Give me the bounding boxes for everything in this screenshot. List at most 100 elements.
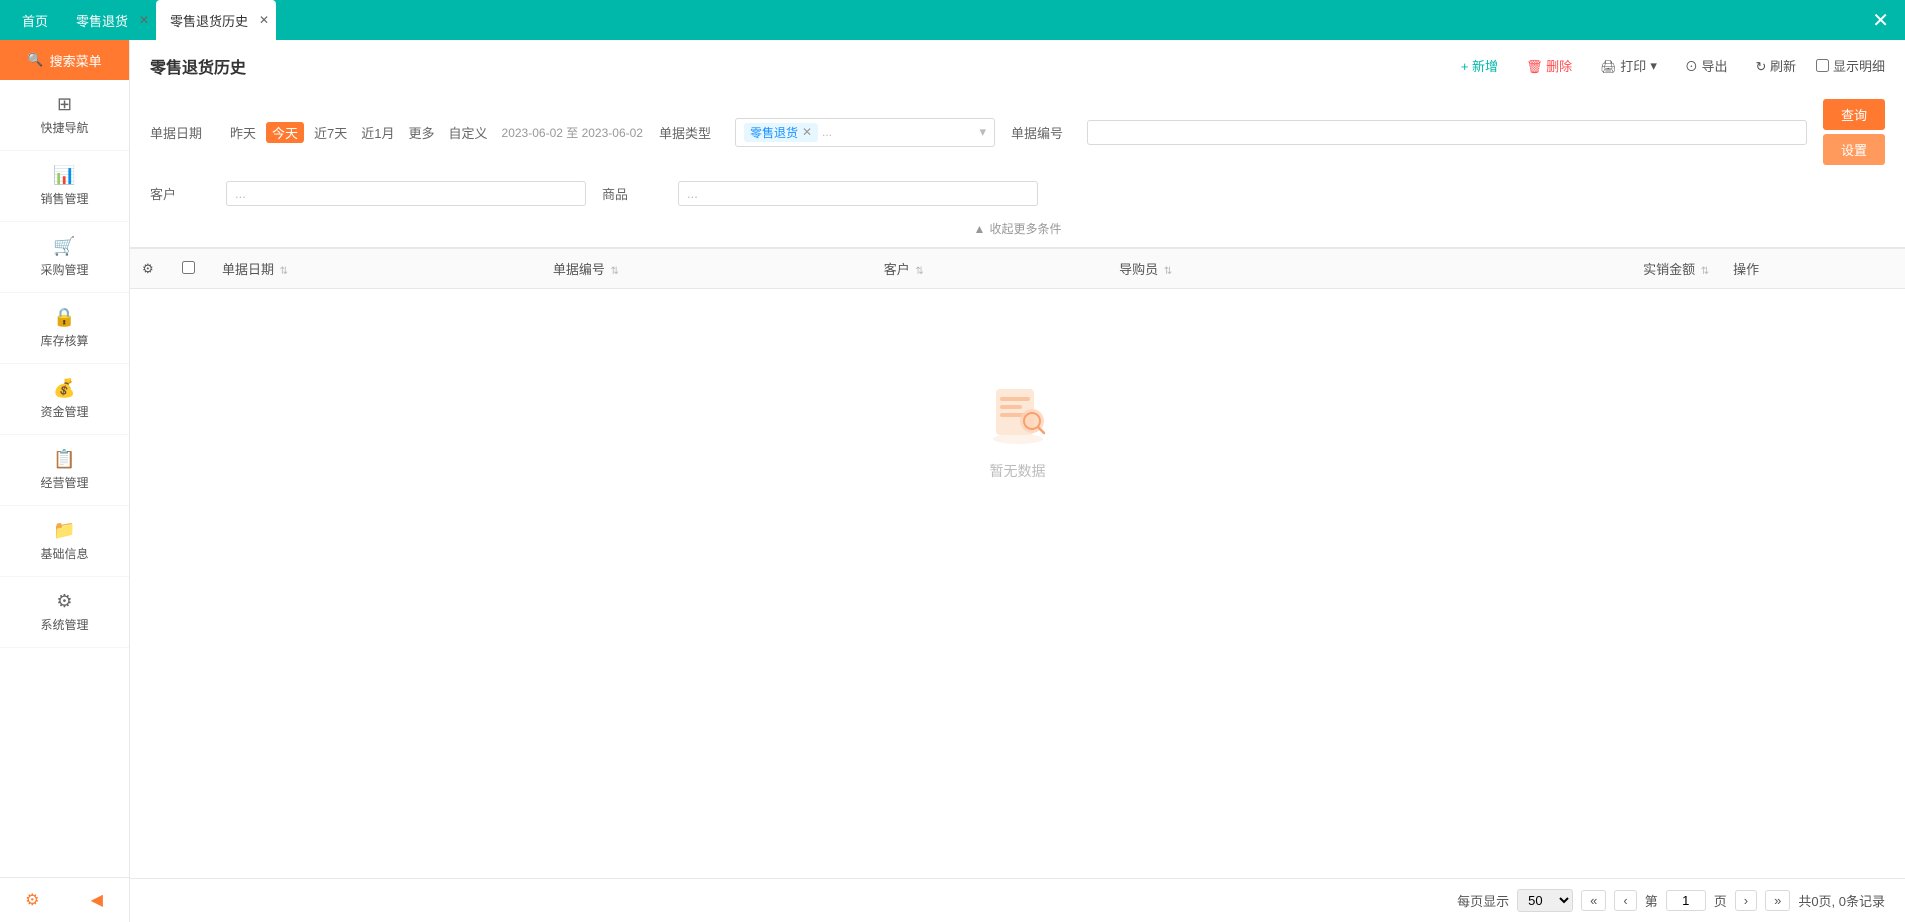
goods-input[interactable]: ...: [678, 181, 1038, 206]
print-button[interactable]: 🖨 打印 ▾: [1592, 52, 1665, 79]
collapse-button[interactable]: ▲ 收起更多条件: [974, 220, 1062, 237]
col-customer[interactable]: 客户 ⇅: [872, 249, 1107, 289]
tab-retail-return-history-label: 零售退货历史: [170, 11, 248, 30]
operations-icon: 📋: [53, 449, 75, 470]
sidebar: 🔍 搜索菜单 ⊞ 快捷导航 📊 销售管理 🛒 采购管理 🔒 库存核算 💰 资金管…: [0, 40, 130, 922]
bill-type-tag: 零售退货 ✕: [744, 123, 818, 142]
sidebar-item-operations[interactable]: 📋 经营管理: [0, 435, 129, 506]
sidebar-item-inventory-label: 库存核算: [40, 332, 88, 349]
customer-input[interactable]: ...: [226, 181, 586, 206]
sidebar-item-finance-label: 资金管理: [40, 403, 88, 420]
col-guide[interactable]: 导购员 ⇅: [1107, 249, 1390, 289]
next-page-button[interactable]: ›: [1735, 890, 1757, 911]
sidebar-item-finance[interactable]: 💰 资金管理: [0, 364, 129, 435]
sidebar-item-sales-mgmt-label: 销售管理: [40, 190, 88, 207]
prev-page-button[interactable]: ‹: [1614, 890, 1636, 911]
col-settings-icon[interactable]: ⚙: [142, 261, 154, 276]
col-guide-label: 导购员: [1119, 262, 1158, 277]
bill-type-select[interactable]: 零售退货 ✕ ... ▾: [735, 118, 995, 147]
tab-retail-return-history[interactable]: 零售退货历史 ✕: [156, 0, 276, 40]
refresh-button[interactable]: ↻ 刷新: [1747, 52, 1804, 79]
shortcut-yesterday[interactable]: 昨天: [226, 122, 260, 143]
col-bill-no[interactable]: 单据编号 ⇅: [541, 249, 872, 289]
tab-retail-return-label: 零售退货: [76, 11, 128, 30]
page-header: 零售退货历史 + 新增 🗑 删除 🖨 打印 ▾ ⊙ 导出: [130, 40, 1905, 248]
empty-text: 暂无数据: [990, 461, 1046, 481]
filter-row-2: 客户 ... 商品 ...: [150, 173, 1885, 214]
select-all-checkbox[interactable]: [182, 261, 195, 274]
sidebar-item-inventory[interactable]: 🔒 库存核算: [0, 293, 129, 364]
sidebar-settings-icon: ⚙: [25, 890, 39, 910]
shortcut-1month[interactable]: 近1月: [357, 122, 398, 143]
query-button[interactable]: 查询: [1823, 99, 1885, 130]
delete-button[interactable]: 🗑 删除: [1518, 52, 1580, 79]
shortcut-7days[interactable]: 近7天: [310, 122, 351, 143]
col-customer-label: 客户: [884, 262, 910, 277]
print-button-label: 🖨 打印: [1600, 56, 1646, 75]
bill-type-placeholder: ...: [822, 125, 832, 139]
sidebar-search[interactable]: 🔍 搜索菜单: [0, 40, 129, 80]
col-amount-label: 实销金额: [1643, 262, 1695, 277]
print-dropdown-icon[interactable]: ▾: [1650, 58, 1657, 74]
data-table: ⚙ 单据日期 ⇅ 单据编号 ⇅: [130, 248, 1905, 289]
date-filter-label: 单据日期: [150, 123, 210, 142]
sidebar-item-system-mgmt[interactable]: ⚙ 系统管理: [0, 577, 129, 648]
sidebar-item-quick-nav[interactable]: ⊞ 快捷导航: [0, 80, 129, 151]
bill-no-filter-label: 单据编号: [1011, 123, 1071, 142]
new-button-label: + 新增: [1461, 56, 1498, 75]
page-size-select[interactable]: 50 10 20 100: [1517, 889, 1573, 912]
page-number-input[interactable]: [1666, 890, 1706, 911]
quick-nav-icon: ⊞: [57, 94, 72, 115]
col-amount[interactable]: 实销金额 ⇅: [1390, 249, 1721, 289]
customer-filter-label: 客户: [150, 184, 210, 203]
tab-retail-return-history-close[interactable]: ✕: [256, 12, 272, 28]
collapse-button-label: 收起更多条件: [989, 220, 1061, 237]
sidebar-collapse-button[interactable]: ◀: [65, 878, 130, 922]
display-detail-checkbox[interactable]: 显示明细: [1816, 56, 1885, 75]
col-date[interactable]: 单据日期 ⇅: [210, 249, 541, 289]
tab-home[interactable]: 首页: [8, 0, 62, 40]
sidebar-settings-button[interactable]: ⚙: [0, 878, 65, 922]
table-header-row: ⚙ 单据日期 ⇅ 单据编号 ⇅: [130, 249, 1905, 289]
collapse-row: ▲ 收起更多条件: [150, 214, 1885, 247]
sidebar-item-sales-mgmt[interactable]: 📊 销售管理: [0, 151, 129, 222]
page-unit: 页: [1714, 891, 1727, 910]
col-settings[interactable]: ⚙: [130, 249, 170, 289]
first-page-button[interactable]: «: [1581, 890, 1606, 911]
sidebar-item-basic-info-label: 基础信息: [40, 545, 88, 562]
window-close-button[interactable]: ✕: [1872, 8, 1905, 33]
sidebar-item-purchase-mgmt[interactable]: 🛒 采购管理: [0, 222, 129, 293]
toolbar: + 新增 🗑 删除 🖨 打印 ▾ ⊙ 导出 ↻ 刷新: [1453, 52, 1885, 79]
refresh-button-label: ↻ 刷新: [1755, 56, 1796, 75]
sidebar-item-basic-info[interactable]: 📁 基础信息: [0, 506, 129, 577]
basic-info-icon: 📁: [53, 520, 75, 541]
sales-mgmt-icon: 📊: [53, 165, 75, 186]
bill-no-input[interactable]: [1087, 120, 1807, 145]
col-amount-sort-icon: ⇅: [1701, 266, 1709, 277]
shortcut-more[interactable]: 更多: [405, 122, 439, 143]
export-button-label: ⊙ 导出: [1685, 56, 1728, 75]
date-range-display: 2023-06-02 至 2023-06-02: [502, 124, 643, 141]
sidebar-search-label: 搜索菜单: [50, 51, 102, 70]
col-bill-no-label: 单据编号: [553, 262, 605, 277]
search-icon: 🔍: [27, 52, 43, 68]
export-button[interactable]: ⊙ 导出: [1677, 52, 1736, 79]
shortcut-today[interactable]: 今天: [266, 122, 304, 143]
bill-type-tag-remove[interactable]: ✕: [802, 125, 812, 139]
sidebar-item-purchase-mgmt-label: 采购管理: [40, 261, 88, 278]
system-mgmt-icon: ⚙: [56, 591, 72, 612]
display-detail-input[interactable]: [1816, 59, 1829, 72]
tab-retail-return-close[interactable]: ✕: [136, 12, 152, 28]
sidebar-item-operations-label: 经营管理: [40, 474, 88, 491]
bill-type-dropdown-icon[interactable]: ▾: [979, 124, 986, 140]
pagination-bar: 每页显示 50 10 20 100 « ‹ 第 页 › » 共0页, 0条记录: [130, 878, 1905, 922]
shortcut-custom[interactable]: 自定义: [445, 122, 492, 143]
main-layout: 🔍 搜索菜单 ⊞ 快捷导航 📊 销售管理 🛒 采购管理 🔒 库存核算 💰 资金管…: [0, 40, 1905, 922]
tab-retail-return[interactable]: 零售退货 ✕: [62, 0, 156, 40]
settings-button[interactable]: 设置: [1823, 134, 1885, 165]
col-checkbox[interactable]: [170, 249, 210, 289]
last-page-button[interactable]: »: [1765, 890, 1790, 911]
display-detail-label: 显示明细: [1833, 56, 1885, 75]
empty-icon: [978, 369, 1058, 449]
new-button[interactable]: + 新增: [1453, 52, 1506, 79]
